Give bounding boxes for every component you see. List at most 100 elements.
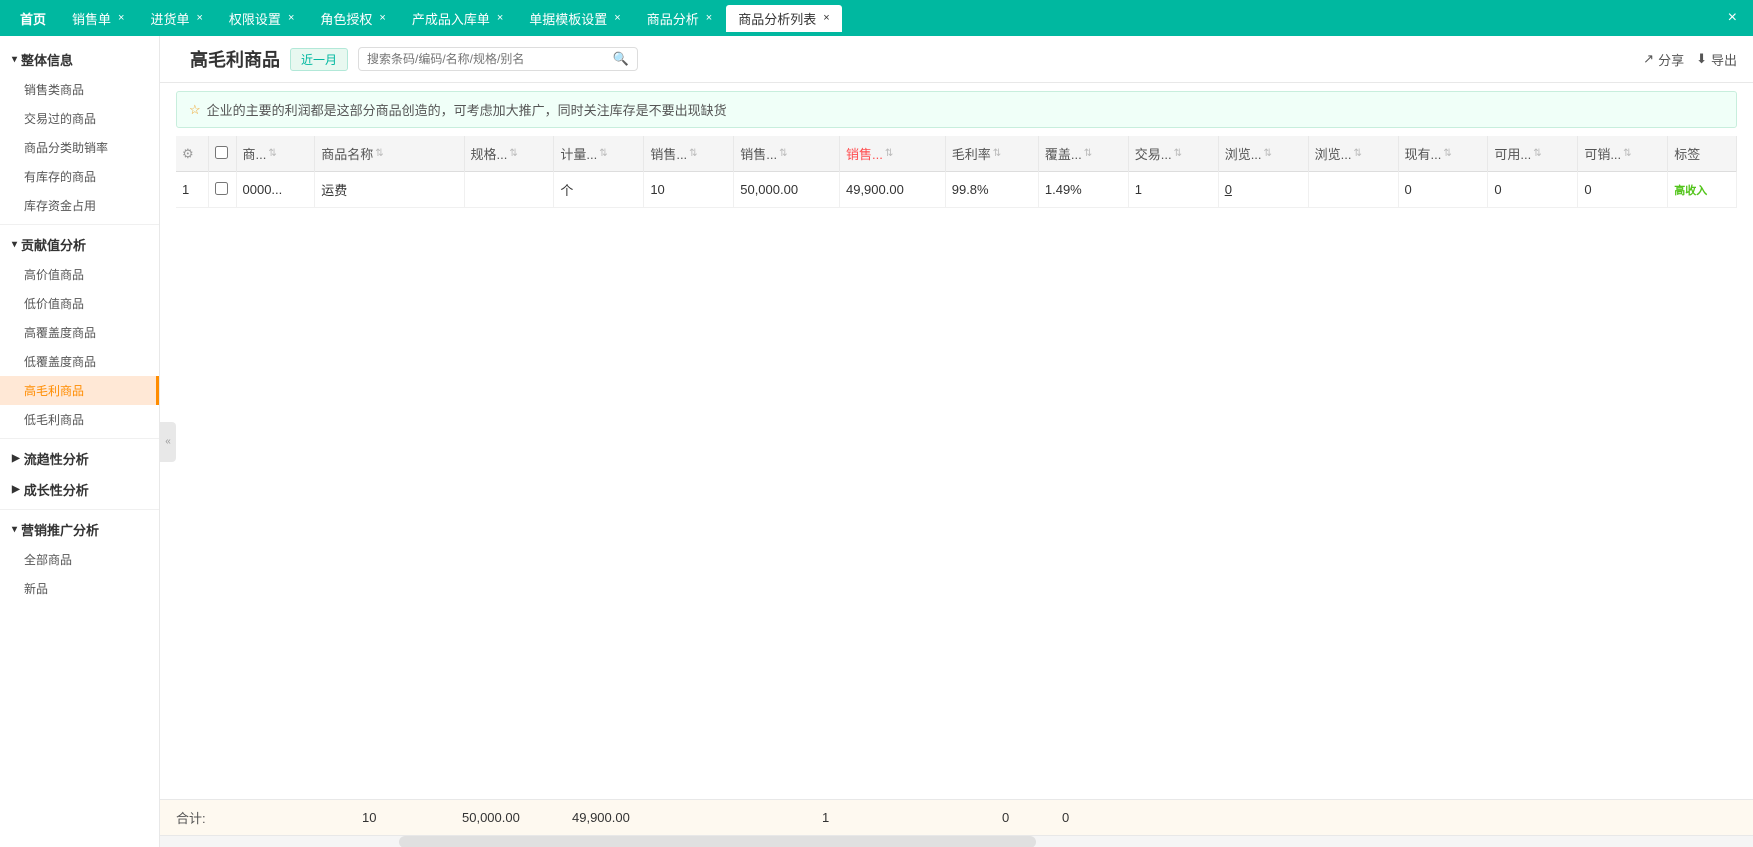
cell-available: 0: [1488, 172, 1578, 208]
export-button[interactable]: ⬇ 导出: [1696, 50, 1737, 69]
sidebar-divider-3: [0, 509, 159, 510]
nav-tab-analysis-list[interactable]: 商品分析列表 ×: [726, 5, 841, 32]
footer-coverage: [746, 810, 816, 825]
arrow-icon: ▾: [12, 54, 17, 65]
sidebar-item-low-coverage[interactable]: 低覆盖度商品: [0, 347, 159, 376]
sort-icon-view1[interactable]: ⇅: [1264, 148, 1272, 159]
horizontal-scrollbar[interactable]: [160, 835, 1753, 847]
sidebar-item-new-goods[interactable]: 新品: [0, 574, 159, 603]
sidebar-item-traded-goods[interactable]: 交易过的商品: [0, 104, 159, 133]
col-view1: 浏览... ⇅: [1218, 136, 1308, 172]
export-icon: ⬇: [1696, 51, 1707, 67]
nav-tab-home[interactable]: 首页: [8, 5, 58, 32]
col-spec: 规格... ⇅: [464, 136, 554, 172]
table-row: 1 0000... 运费 个 10 50,000.00 49,900.00 99: [176, 172, 1737, 208]
close-tab-stock-in[interactable]: ×: [497, 12, 503, 24]
sort-icon-code[interactable]: ⇅: [268, 148, 276, 159]
search-icon[interactable]: 🔍: [613, 51, 629, 67]
sidebar-group-trend[interactable]: ▶ 流趋性分析: [0, 443, 159, 474]
sidebar-group-contribution[interactable]: ▾ 贡献值分析: [0, 229, 159, 260]
cell-index: 1: [176, 172, 208, 208]
sidebar-item-high-value[interactable]: 高价值商品: [0, 260, 159, 289]
sort-icon-spec[interactable]: ⇅: [509, 148, 517, 159]
sidebar-group-growth[interactable]: ▶ 成长性分析: [0, 474, 159, 505]
footer-available: 0: [1056, 810, 1116, 825]
close-tab-template[interactable]: ×: [614, 12, 620, 24]
search-box: 🔍: [358, 47, 638, 71]
sidebar-item-stock-capital[interactable]: 库存资金占用: [0, 191, 159, 220]
sidebar-item-sales-goods[interactable]: 销售类商品: [0, 75, 159, 104]
sort-icon-sales-qty[interactable]: ⇅: [689, 148, 697, 159]
sidebar-item-low-margin[interactable]: 低毛利商品: [0, 405, 159, 434]
col-unit: 计量... ⇅: [554, 136, 644, 172]
top-navigation: 首页 销售单 × 进货单 × 权限设置 × 角色授权 × 产成品入库单 × 单据…: [0, 0, 1753, 36]
sort-icon-view2[interactable]: ⇅: [1353, 148, 1361, 159]
close-tab-sales[interactable]: ×: [118, 12, 124, 24]
sort-icon-sales-cost[interactable]: ⇅: [885, 148, 893, 159]
nav-tab-permission[interactable]: 权限设置 ×: [217, 5, 306, 32]
sort-icon-available[interactable]: ⇅: [1533, 148, 1541, 159]
sort-icon-saleable[interactable]: ⇅: [1623, 148, 1631, 159]
arrow-icon-3: ▶: [12, 453, 20, 464]
info-banner: ☆ 企业的主要的利润都是这部分商品创造的，可考虑加大推广，同时关注库存是不要出现…: [176, 91, 1737, 128]
sidebar-item-in-stock[interactable]: 有库存的商品: [0, 162, 159, 191]
cell-coverage: 1.49%: [1038, 172, 1128, 208]
cell-view1[interactable]: 0: [1218, 172, 1308, 208]
sidebar: ▾ 整体信息 销售类商品 交易过的商品 商品分类助销率 有库存的商品 库存资金占…: [0, 36, 160, 847]
footer-view2: [936, 810, 996, 825]
cell-saleable: 0: [1578, 172, 1668, 208]
nav-tab-role[interactable]: 角色授权 ×: [308, 5, 397, 32]
footer-sales-cost: 49,900.00: [566, 810, 676, 825]
settings-icon[interactable]: ⚙: [182, 146, 194, 161]
sidebar-group-overall[interactable]: ▾ 整体信息: [0, 44, 159, 75]
cell-name: 运费: [315, 172, 464, 208]
close-tab-permission[interactable]: ×: [288, 12, 294, 24]
filter-recent-month-button[interactable]: 近一月: [290, 48, 348, 71]
sidebar-collapse-button[interactable]: «: [160, 422, 176, 462]
nav-tab-purchase[interactable]: 进货单 ×: [138, 5, 214, 32]
sidebar-item-all-goods[interactable]: 全部商品: [0, 545, 159, 574]
col-checkbox: [208, 136, 236, 172]
sort-icon-unit[interactable]: ⇅: [599, 148, 607, 159]
cell-sales-qty: 10: [644, 172, 734, 208]
select-all-checkbox[interactable]: [215, 146, 228, 159]
col-available: 可用... ⇅: [1488, 136, 1578, 172]
close-all-tabs[interactable]: ×: [1720, 9, 1745, 27]
row-checkbox[interactable]: [215, 182, 228, 195]
col-tag: 标签: [1668, 136, 1737, 172]
sort-icon-name[interactable]: ⇅: [375, 148, 383, 159]
sort-icon-current[interactable]: ⇅: [1443, 148, 1451, 159]
search-input[interactable]: [367, 52, 613, 66]
sidebar-item-category-sales-rate[interactable]: 商品分类助销率: [0, 133, 159, 162]
nav-tab-sales[interactable]: 销售单 ×: [60, 5, 136, 32]
close-tab-purchase[interactable]: ×: [196, 12, 202, 24]
cell-sales-amount: 50,000.00: [734, 172, 840, 208]
info-icon: ☆: [189, 102, 201, 118]
sort-icon-gross-rate[interactable]: ⇅: [993, 148, 1001, 159]
close-tab-analysis[interactable]: ×: [706, 12, 712, 24]
footer-cells: 10 50,000.00 49,900.00 1 0 0: [356, 810, 1737, 825]
share-button[interactable]: ↗ 分享: [1643, 50, 1684, 69]
table-container: ⚙ 商... ⇅: [160, 136, 1753, 799]
close-tab-role[interactable]: ×: [379, 12, 385, 24]
nav-tab-template[interactable]: 单据模板设置 ×: [517, 5, 632, 32]
col-sales-amount: 销售... ⇅: [734, 136, 840, 172]
nav-tab-stock-in[interactable]: 产成品入库单 ×: [400, 5, 515, 32]
cell-current: 0: [1398, 172, 1488, 208]
nav-tab-analysis[interactable]: 商品分析 ×: [635, 5, 724, 32]
col-gear: ⚙: [176, 136, 208, 172]
arrow-icon-4: ▶: [12, 484, 20, 495]
sidebar-group-marketing[interactable]: ▾ 营销推广分析: [0, 514, 159, 545]
sort-icon-sales-amount[interactable]: ⇅: [779, 148, 787, 159]
arrow-icon-2: ▾: [12, 239, 17, 250]
sidebar-item-high-coverage[interactable]: 高覆盖度商品: [0, 318, 159, 347]
cell-sales-cost: 49,900.00: [839, 172, 945, 208]
col-coverage: 覆盖... ⇅: [1038, 136, 1128, 172]
footer-label: 合计:: [176, 808, 356, 827]
sort-icon-trade[interactable]: ⇅: [1174, 148, 1182, 159]
sidebar-item-high-margin[interactable]: 高毛利商品: [0, 376, 159, 405]
close-tab-analysis-list[interactable]: ×: [823, 12, 829, 24]
sort-icon-coverage[interactable]: ⇅: [1084, 148, 1092, 159]
sidebar-item-low-value[interactable]: 低价值商品: [0, 289, 159, 318]
sidebar-divider-1: [0, 224, 159, 225]
